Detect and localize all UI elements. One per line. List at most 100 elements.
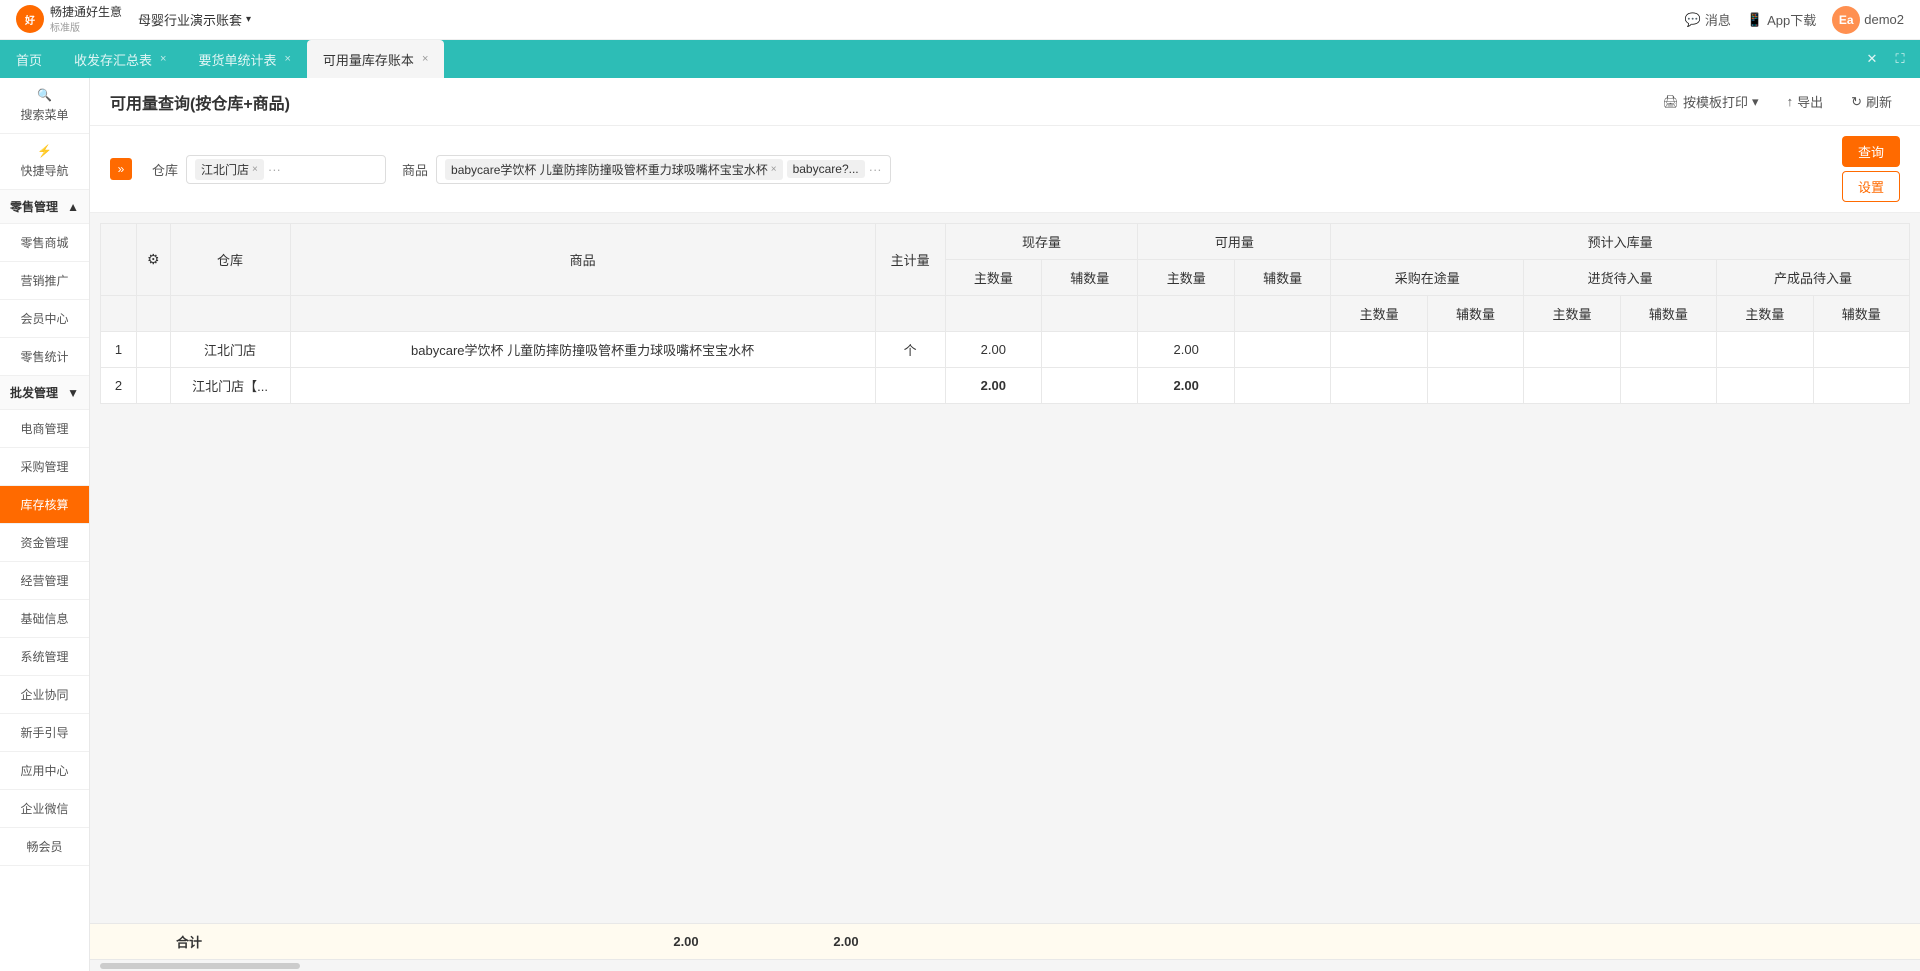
product-tag-1: babycare学饮杯 儿童防摔防撞吸管杯重力球吸嘴杯宝宝水杯 × xyxy=(445,159,783,180)
refresh-btn[interactable]: ↻ 刷新 xyxy=(1843,88,1900,115)
row2-incoming-aux xyxy=(1620,368,1716,404)
sidebar-item-retail-mgmt[interactable]: 零售管理 ▲ xyxy=(0,190,89,224)
sidebar-quicknav-label: 快捷导航 xyxy=(20,162,68,179)
th-empty-1 xyxy=(101,296,137,332)
tab-home[interactable]: 首页 xyxy=(0,40,58,78)
footer-total-label: 合计 xyxy=(176,932,296,951)
main-layout: 🔍 搜索菜单 ⚡ 快捷导航 零售管理 ▲ 零售商城 营销推广 会员中心 零售统计… xyxy=(0,78,1920,971)
warehouse-filter-tags[interactable]: 江北门店 × ··· xyxy=(186,155,386,184)
sidebar-item-purchase[interactable]: 采购管理 xyxy=(0,448,89,486)
message-icon: 💬 xyxy=(1685,12,1701,28)
row1-incoming-aux xyxy=(1620,332,1716,368)
message-action[interactable]: 💬 消息 xyxy=(1685,10,1731,29)
sidebar-member2-label: 畅会员 xyxy=(26,838,62,855)
warehouse-filter-group: 仓库 江北门店 × ··· xyxy=(152,155,386,184)
warehouse-tag-close[interactable]: × xyxy=(252,164,258,175)
export-btn[interactable]: ↑ 导出 xyxy=(1779,88,1832,115)
query-btn[interactable]: 查询 xyxy=(1842,136,1900,167)
filter-section: » 仓库 江北门店 × ··· 商品 b xyxy=(90,126,1920,213)
filter-row: 仓库 江北门店 × ··· 商品 babycare学饮杯 儿童防摔防撞吸管杯重力… xyxy=(152,155,1822,184)
sidebar-item-wholesale-mgmt[interactable]: 批发管理 ▼ xyxy=(0,376,89,410)
query-actions: 查询 设置 xyxy=(1842,136,1900,202)
sidebar-newbie-label: 新手引导 xyxy=(20,724,68,741)
th-warehouse: 仓库 xyxy=(170,224,290,296)
horizontal-scrollbar[interactable] xyxy=(90,959,1920,971)
product-tag-1-close[interactable]: × xyxy=(771,164,777,175)
tab-receivable-label: 收发存汇总表 xyxy=(74,50,152,69)
scrollbar-thumb[interactable] xyxy=(100,963,300,969)
sidebar-marketing-label: 营销推广 xyxy=(20,272,68,289)
export-label: 导出 xyxy=(1797,92,1823,111)
tab-receivable-close[interactable]: × xyxy=(160,53,166,65)
product-tag-2: babycare?... xyxy=(787,160,865,178)
app-download-action[interactable]: 📱 App下载 xyxy=(1747,10,1816,29)
sidebar-wholesale-label: 批发管理 xyxy=(10,384,58,401)
row2-product xyxy=(290,368,875,404)
sidebar-item-basic-info[interactable]: 基础信息 xyxy=(0,600,89,638)
tab-bar: 首页 收发存汇总表 × 要货单统计表 × 可用量库存账本 × ✕ ⛶ xyxy=(0,40,1920,78)
tab-bar-right: ✕ ⛶ xyxy=(1860,47,1920,71)
sidebar-item-retail-mall[interactable]: 零售商城 xyxy=(0,224,89,262)
th-empty-3 xyxy=(170,296,290,332)
print-icon: 🖨 xyxy=(1663,94,1680,110)
sidebar-item-marketing[interactable]: 营销推广 xyxy=(0,262,89,300)
sidebar-item-member2[interactable]: 畅会员 xyxy=(0,828,89,866)
row1-purchase-aux xyxy=(1427,332,1523,368)
tab-close-all-btn[interactable]: ✕ xyxy=(1860,47,1884,71)
product-filter-tags[interactable]: babycare学饮杯 儿童防摔防撞吸管杯重力球吸嘴杯宝宝水杯 × babyca… xyxy=(436,155,891,184)
sidebar-retail-mall-label: 零售商城 xyxy=(20,234,68,251)
settings-gear-icon[interactable]: ⚙ xyxy=(147,251,160,267)
row2-available-main: 2.00 xyxy=(1138,368,1234,404)
industry-selector[interactable]: 母婴行业演示账套 ▾ xyxy=(130,6,259,33)
sidebar-item-retail-stats[interactable]: 零售统计 xyxy=(0,338,89,376)
product-more-icon[interactable]: ··· xyxy=(869,162,882,177)
row1-production-aux xyxy=(1813,332,1909,368)
sidebar-item-quicknav[interactable]: ⚡ 快捷导航 xyxy=(0,134,89,190)
th-index xyxy=(101,224,137,296)
row1-gear xyxy=(137,332,171,368)
sidebar-item-ecommerce[interactable]: 电商管理 xyxy=(0,410,89,448)
sidebar-finance-label: 资金管理 xyxy=(20,534,68,551)
table-row: 1 江北门店 babycare学饮杯 儿童防摔防撞吸管杯重力球吸嘴杯宝宝水杯 个… xyxy=(101,332,1910,368)
th-current-stock-group: 现存量 xyxy=(945,224,1138,260)
sidebar-wechat-label: 企业微信 xyxy=(20,800,68,817)
chevron-up-icon: ▲ xyxy=(67,200,79,214)
warehouse-more-icon[interactable]: ··· xyxy=(268,162,281,177)
sidebar-item-finance[interactable]: 资金管理 xyxy=(0,524,89,562)
row1-production-main xyxy=(1717,332,1813,368)
sidebar-item-inventory[interactable]: 库存核算 xyxy=(0,486,89,524)
table-row: 2 江北门店【... 2.00 2.00 xyxy=(101,368,1910,404)
th-empty-8 xyxy=(1138,296,1234,332)
tab-home-label: 首页 xyxy=(16,50,42,69)
tab-fullscreen-btn[interactable]: ⛶ xyxy=(1888,47,1912,71)
row2-production-main xyxy=(1717,368,1813,404)
sidebar-item-newbie[interactable]: 新手引导 xyxy=(0,714,89,752)
chevron-down2-icon: ▼ xyxy=(67,386,79,400)
sidebar-member-label: 会员中心 xyxy=(20,310,68,327)
print-btn[interactable]: 🖨 按模板打印 ▾ xyxy=(1655,88,1767,115)
sidebar-item-app-center[interactable]: 应用中心 xyxy=(0,752,89,790)
filter-toggle-btn[interactable]: » xyxy=(110,158,132,180)
sidebar-item-member[interactable]: 会员中心 xyxy=(0,300,89,338)
th-forecast-group: 预计入库量 xyxy=(1331,224,1910,260)
username: demo2 xyxy=(1864,12,1904,27)
th-production-main: 主数量 xyxy=(1717,296,1813,332)
tab-order[interactable]: 要货单统计表 × xyxy=(182,40,306,78)
setting-btn[interactable]: 设置 xyxy=(1842,171,1900,202)
tab-receivable[interactable]: 收发存汇总表 × xyxy=(58,40,182,78)
sidebar-item-system[interactable]: 系统管理 xyxy=(0,638,89,676)
sidebar-item-search[interactable]: 🔍 搜索菜单 xyxy=(0,78,89,134)
tab-order-close[interactable]: × xyxy=(284,53,290,65)
tab-available-inventory[interactable]: 可用量库存账本 × xyxy=(307,40,444,78)
print-chevron-icon: ▾ xyxy=(1752,94,1759,110)
message-label: 消息 xyxy=(1705,10,1731,29)
sidebar-item-enterprise[interactable]: 企业协同 xyxy=(0,676,89,714)
sidebar-item-wechat[interactable]: 企业微信 xyxy=(0,790,89,828)
th-purchase-main: 主数量 xyxy=(1331,296,1427,332)
user-area[interactable]: Ea demo2 xyxy=(1832,6,1904,34)
data-table: ⚙ 仓库 商品 主计量 现存量 可用量 预计入库量 主数量 辅数量 主数量 辅数… xyxy=(100,223,1910,404)
sidebar-item-operation[interactable]: 经营管理 xyxy=(0,562,89,600)
sidebar-retail-label: 零售管理 xyxy=(10,198,58,215)
th-production-aux: 辅数量 xyxy=(1813,296,1909,332)
tab-available-close[interactable]: × xyxy=(422,53,428,65)
